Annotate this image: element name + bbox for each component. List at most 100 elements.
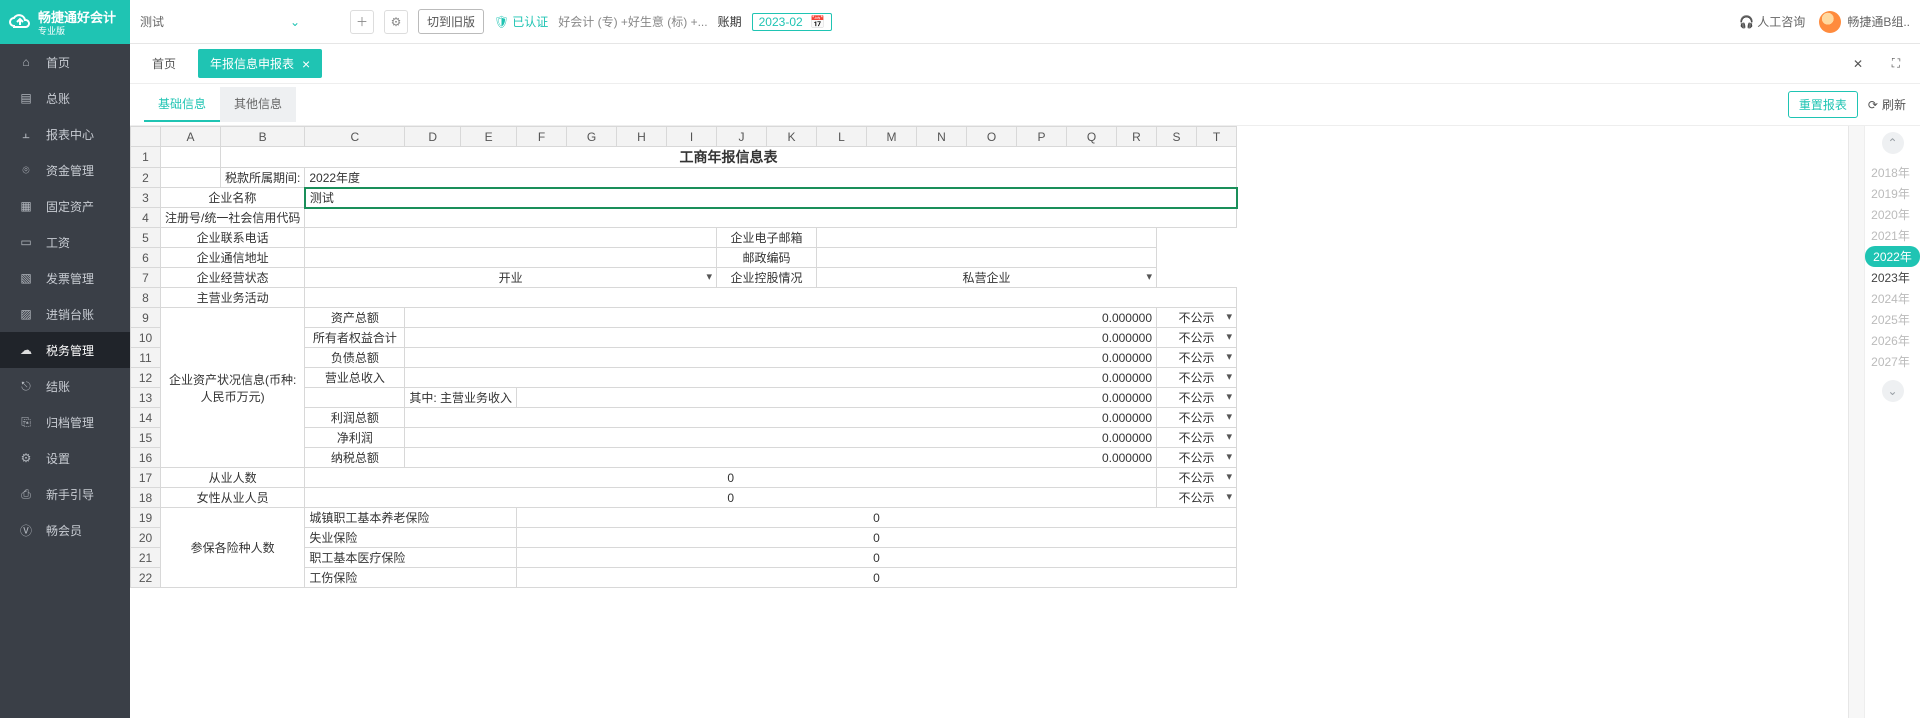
scrollbar[interactable] [1848, 126, 1864, 718]
disclose-dropdown[interactable]: 不公示 [1157, 348, 1237, 368]
sidebar-item-7[interactable]: ▨进销台账 [0, 296, 130, 332]
year-2023年[interactable]: 2023年 [1865, 267, 1920, 288]
row-header[interactable]: 21 [131, 548, 161, 568]
row-header[interactable]: 19 [131, 508, 161, 528]
row-header[interactable]: 12 [131, 368, 161, 388]
row-header[interactable]: 14 [131, 408, 161, 428]
sidebar-item-0[interactable]: ⌂首页 [0, 44, 130, 80]
col-header[interactable]: L [817, 127, 867, 147]
row-header[interactable]: 16 [131, 448, 161, 468]
col-header[interactable]: M [867, 127, 917, 147]
col-header[interactable]: H [617, 127, 667, 147]
row-header[interactable]: 2 [131, 168, 161, 188]
col-header[interactable]: K [767, 127, 817, 147]
period-selector[interactable]: 2023-02 📅 [752, 13, 832, 31]
col-header[interactable]: G [567, 127, 617, 147]
reset-report-button[interactable]: 重置报表 [1788, 91, 1858, 118]
row-header[interactable]: 20 [131, 528, 161, 548]
col-header[interactable]: D [405, 127, 461, 147]
col-header[interactable]: B [221, 127, 305, 147]
sidebar-item-6[interactable]: ▧发票管理 [0, 260, 130, 296]
col-header[interactable]: E [461, 127, 517, 147]
disclose-dropdown[interactable]: 不公示 [1157, 388, 1237, 408]
spreadsheet[interactable]: ABCDEFGHIJKLMNOPQRST1工商年报信息表2税款所属期间:2022… [130, 126, 1848, 718]
row-header[interactable]: 8 [131, 288, 161, 308]
year-2026年[interactable]: 2026年 [1865, 330, 1920, 351]
year-2025年[interactable]: 2025年 [1865, 309, 1920, 330]
row-header[interactable]: 3 [131, 188, 161, 208]
holding-dropdown[interactable]: 私营企业 [817, 268, 1157, 288]
sidebar-item-3[interactable]: ⌾资金管理 [0, 152, 130, 188]
row-header[interactable]: 13 [131, 388, 161, 408]
disclose-dropdown[interactable]: 不公示 [1157, 488, 1237, 508]
sidebar-item-13[interactable]: Ⓥ畅会员 [0, 512, 130, 548]
col-header[interactable]: F [517, 127, 567, 147]
sidebar-item-1[interactable]: ▤总账 [0, 80, 130, 116]
col-header[interactable]: S [1157, 127, 1197, 147]
row-header[interactable]: 4 [131, 208, 161, 228]
year-2024年[interactable]: 2024年 [1865, 288, 1920, 309]
col-header[interactable]: P [1017, 127, 1067, 147]
sidebar-item-9[interactable]: ⎋结账 [0, 368, 130, 404]
product-list[interactable]: 好会计 (专) +好生意 (标) +... [558, 13, 707, 30]
col-header[interactable]: A [161, 127, 221, 147]
col-header[interactable]: I [667, 127, 717, 147]
row-header[interactable]: 10 [131, 328, 161, 348]
row-header[interactable]: 9 [131, 308, 161, 328]
row-header[interactable]: 15 [131, 428, 161, 448]
close-all-tabs[interactable]: ✕ [1844, 50, 1872, 78]
row-header[interactable]: 17 [131, 468, 161, 488]
sidebar-item-2[interactable]: ⫠报表中心 [0, 116, 130, 152]
year-up-icon[interactable]: ⌃ [1882, 132, 1904, 154]
col-header[interactable]: C [305, 127, 405, 147]
gear-icon[interactable]: ⚙ [384, 10, 408, 34]
disclose-dropdown[interactable]: 不公示 [1157, 428, 1237, 448]
row-header[interactable]: 18 [131, 488, 161, 508]
expand-icon[interactable]: ⛶ [1882, 50, 1910, 78]
year-2020年[interactable]: 2020年 [1865, 204, 1920, 225]
year-2018年[interactable]: 2018年 [1865, 162, 1920, 183]
user-menu[interactable]: 畅捷通B组.. [1819, 11, 1910, 33]
row-header[interactable]: 7 [131, 268, 161, 288]
refresh-button[interactable]: ⟳ 刷新 [1868, 96, 1906, 113]
switch-old-version[interactable]: 切到旧版 [418, 9, 484, 34]
year-2022年[interactable]: 2022年 [1865, 246, 1920, 267]
sidebar-item-5[interactable]: ▭工资 [0, 224, 130, 260]
sidebar-item-4[interactable]: ▦固定资产 [0, 188, 130, 224]
sidebar-item-8[interactable]: ☁税务管理 [0, 332, 130, 368]
disclose-dropdown[interactable]: 不公示 [1157, 468, 1237, 488]
support-link[interactable]: 🎧 人工咨询 [1739, 13, 1805, 30]
col-header[interactable]: T [1197, 127, 1237, 147]
disclose-dropdown[interactable]: 不公示 [1157, 308, 1237, 328]
subtab-basic[interactable]: 基础信息 [144, 87, 220, 122]
disclose-dropdown[interactable]: 不公示 [1157, 368, 1237, 388]
subtab-other[interactable]: 其他信息 [220, 87, 296, 122]
col-header[interactable]: Q [1067, 127, 1117, 147]
company-name-cell[interactable]: 测试 [305, 188, 1237, 208]
tab-annual-report[interactable]: 年报信息申报表 × [198, 49, 322, 78]
company-selector[interactable]: 测试 ⌄ [140, 13, 340, 30]
sidebar-item-12[interactable]: ⎙新手引导 [0, 476, 130, 512]
col-header[interactable]: O [967, 127, 1017, 147]
row-header[interactable]: 5 [131, 228, 161, 248]
tab-home[interactable]: 首页 [140, 49, 188, 78]
disclose-dropdown[interactable]: 不公示 [1157, 328, 1237, 348]
col-header[interactable]: N [917, 127, 967, 147]
disclose-dropdown[interactable]: 不公示 [1157, 408, 1237, 428]
row-header[interactable]: 1 [131, 147, 161, 168]
add-button[interactable]: ＋ [350, 10, 374, 34]
sidebar-item-11[interactable]: ⚙设置 [0, 440, 130, 476]
year-2019年[interactable]: 2019年 [1865, 183, 1920, 204]
disclose-dropdown[interactable]: 不公示 [1157, 448, 1237, 468]
year-2027年[interactable]: 2027年 [1865, 351, 1920, 372]
sidebar-item-10[interactable]: ⎘归档管理 [0, 404, 130, 440]
col-header[interactable]: J [717, 127, 767, 147]
close-icon[interactable]: × [302, 56, 310, 72]
row-header[interactable]: 22 [131, 568, 161, 588]
business-status-dropdown[interactable]: 开业 [305, 268, 717, 288]
year-2021年[interactable]: 2021年 [1865, 225, 1920, 246]
row-header[interactable]: 11 [131, 348, 161, 368]
year-down-icon[interactable]: ⌄ [1882, 380, 1904, 402]
row-header[interactable]: 6 [131, 248, 161, 268]
col-header[interactable]: R [1117, 127, 1157, 147]
